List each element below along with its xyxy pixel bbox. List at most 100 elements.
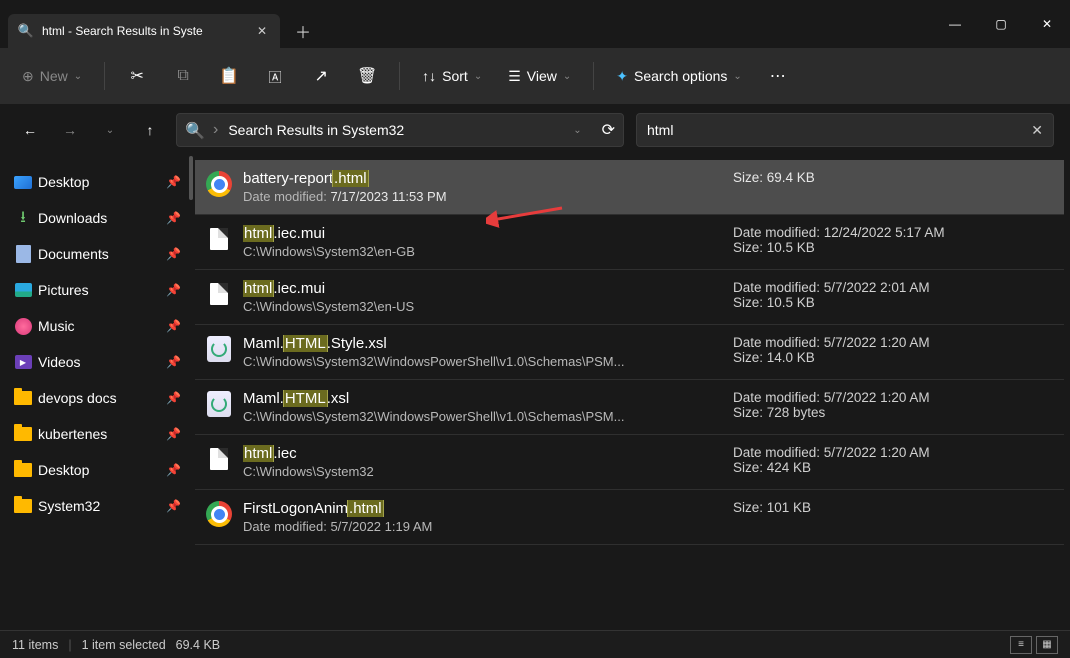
- paste-button[interactable]: 📋: [209, 58, 249, 94]
- details-view-button[interactable]: ≡: [1010, 636, 1032, 654]
- sidebar-item-label: Videos: [38, 354, 81, 370]
- pic-icon: [14, 281, 32, 299]
- result-subtitle: C:\Windows\System32\WindowsPowerShell\v1…: [243, 354, 721, 369]
- status-bar: 11 items | 1 item selected 69.4 KB ≡ ▦: [0, 630, 1070, 658]
- view-button[interactable]: ☰ View ⌄: [498, 58, 581, 94]
- result-meta: Date modified: 5/7/2022 1:20 AM Size: 72…: [733, 390, 1003, 420]
- monitor-icon: [14, 173, 32, 191]
- minimize-button[interactable]: ―: [932, 8, 978, 40]
- new-button[interactable]: ⊕ New ⌄: [12, 58, 92, 94]
- result-row[interactable]: html.iec C:\Windows\System32 Date modifi…: [195, 435, 1064, 490]
- result-subtitle: C:\Windows\System32\WindowsPowerShell\v1…: [243, 409, 721, 424]
- titlebar: 🔍 html - Search Results in Syste ✕ ＋ ― ▢…: [0, 0, 1070, 48]
- result-meta: Size: 101 KB: [733, 500, 1003, 515]
- xsl-icon: [205, 390, 233, 418]
- up-button[interactable]: ↑: [136, 116, 164, 144]
- pin-icon: 📌: [166, 175, 181, 189]
- plus-circle-icon: ⊕: [22, 68, 34, 85]
- sidebar-item-downloads[interactable]: ⭳Downloads📌: [0, 200, 195, 236]
- sidebar-item-system32[interactable]: System32📌: [0, 488, 195, 524]
- recent-button[interactable]: ⌄: [96, 116, 124, 144]
- rename-button[interactable]: 🄰: [255, 58, 295, 94]
- new-tab-button[interactable]: ＋: [284, 14, 322, 48]
- sidebar-item-label: kubertenes: [38, 426, 107, 442]
- rename-icon: 🄰: [269, 67, 282, 86]
- result-subtitle: C:\Windows\System32: [243, 464, 721, 479]
- copy-button[interactable]: ⧉: [163, 58, 203, 94]
- result-subtitle: C:\Windows\System32\en-US: [243, 299, 721, 314]
- result-row[interactable]: FirstLogonAnim.html Date modified: 5/7/2…: [195, 490, 1064, 545]
- sidebar-item-kubertenes[interactable]: kubertenes📌: [0, 416, 195, 452]
- sidebar-item-label: Downloads: [38, 210, 107, 226]
- pin-icon: 📌: [166, 499, 181, 513]
- sidebar-item-videos[interactable]: ▶Videos📌: [0, 344, 195, 380]
- result-title: html.iec.mui: [243, 225, 721, 242]
- cut-button[interactable]: ✂: [117, 58, 157, 94]
- thumbnails-view-button[interactable]: ▦: [1036, 636, 1058, 654]
- pin-icon: 📌: [166, 319, 181, 333]
- result-title: Maml.HTML.Style.xsl: [243, 335, 721, 352]
- file-icon: [205, 280, 233, 308]
- pin-icon: 📌: [166, 391, 181, 405]
- result-subtitle: Date modified: 7/17/2023 11:53 PM: [243, 189, 721, 204]
- sidebar-item-pictures[interactable]: Pictures 📌: [0, 272, 195, 308]
- selection-count: 1 item selected: [82, 638, 166, 652]
- result-title: battery-report.html: [243, 170, 721, 187]
- active-tab[interactable]: 🔍 html - Search Results in Syste ✕: [8, 14, 280, 48]
- address-row: ← → ⌄ ↑ 🔍 › Search Results in System32 ⌄…: [0, 104, 1070, 156]
- forward-button[interactable]: →: [56, 116, 84, 144]
- chrome-icon: [205, 170, 233, 198]
- selection-size: 69.4 KB: [176, 638, 220, 652]
- result-row[interactable]: html.iec.mui C:\Windows\System32\en-US D…: [195, 270, 1064, 325]
- sort-button[interactable]: ↑↓ Sort ⌄: [412, 58, 492, 94]
- doc-icon: [14, 245, 32, 263]
- chevron-down-icon[interactable]: ⌄: [573, 125, 581, 136]
- new-label: New: [40, 68, 68, 84]
- sidebar-item-devops-docs[interactable]: devops docs 📌: [0, 380, 195, 416]
- sidebar-item-documents[interactable]: Documents📌: [0, 236, 195, 272]
- item-count: 11 items: [12, 638, 58, 652]
- more-button[interactable]: ⋯: [758, 58, 798, 94]
- chevron-down-icon: ⌄: [106, 125, 114, 136]
- file-icon: [205, 445, 233, 473]
- refresh-button[interactable]: ⟳: [602, 120, 615, 140]
- maximize-button[interactable]: ▢: [978, 8, 1024, 40]
- sort-icon: ↑↓: [422, 68, 436, 84]
- back-button[interactable]: ←: [16, 116, 44, 144]
- delete-button[interactable]: 🗑: [347, 58, 387, 94]
- close-window-button[interactable]: ✕: [1024, 8, 1070, 40]
- sidebar-item-desktop[interactable]: Desktop📌: [0, 164, 195, 200]
- pin-icon: 📌: [166, 283, 181, 297]
- search-options-button[interactable]: ✦ Search options ⌄: [606, 58, 752, 94]
- gear-search-icon: ✦: [616, 68, 628, 85]
- file-icon: [205, 225, 233, 253]
- search-input[interactable]: [647, 122, 1031, 138]
- clear-search-button[interactable]: ✕: [1031, 122, 1043, 139]
- result-meta: Date modified: 5/7/2022 1:20 AM Size: 42…: [733, 445, 1003, 475]
- address-bar[interactable]: 🔍 › Search Results in System32 ⌄ ⟳: [176, 113, 624, 147]
- result-meta: Size: 69.4 KB: [733, 170, 1003, 185]
- pin-icon: 📌: [166, 463, 181, 477]
- result-row[interactable]: html.iec.mui C:\Windows\System32\en-GB D…: [195, 215, 1064, 270]
- result-title: FirstLogonAnim.html: [243, 500, 721, 517]
- separator: [593, 62, 594, 90]
- sidebar-item-desktop[interactable]: Desktop 📌: [0, 452, 195, 488]
- result-row[interactable]: Maml.HTML.Style.xsl C:\Windows\System32\…: [195, 325, 1064, 380]
- pin-icon: 📌: [166, 247, 181, 261]
- result-row[interactable]: Maml.HTML.xsl C:\Windows\System32\Window…: [195, 380, 1064, 435]
- sidebar-item-label: Pictures: [38, 282, 89, 298]
- chevron-down-icon: ⌄: [733, 71, 741, 82]
- sort-label: Sort: [442, 68, 468, 84]
- close-tab-button[interactable]: ✕: [254, 23, 270, 39]
- sidebar-item-label: Desktop: [38, 462, 89, 478]
- share-icon: ↗: [314, 66, 327, 86]
- separator: |: [68, 638, 71, 652]
- search-box[interactable]: ✕: [636, 113, 1054, 147]
- xsl-icon: [205, 335, 233, 363]
- clipboard-icon: 📋: [219, 66, 239, 86]
- sidebar-item-label: devops docs: [38, 390, 117, 406]
- result-row[interactable]: battery-report.html Date modified: 7/17/…: [195, 160, 1064, 215]
- window-controls: ― ▢ ✕: [932, 8, 1070, 40]
- share-button[interactable]: ↗: [301, 58, 341, 94]
- sidebar-item-music[interactable]: Music📌: [0, 308, 195, 344]
